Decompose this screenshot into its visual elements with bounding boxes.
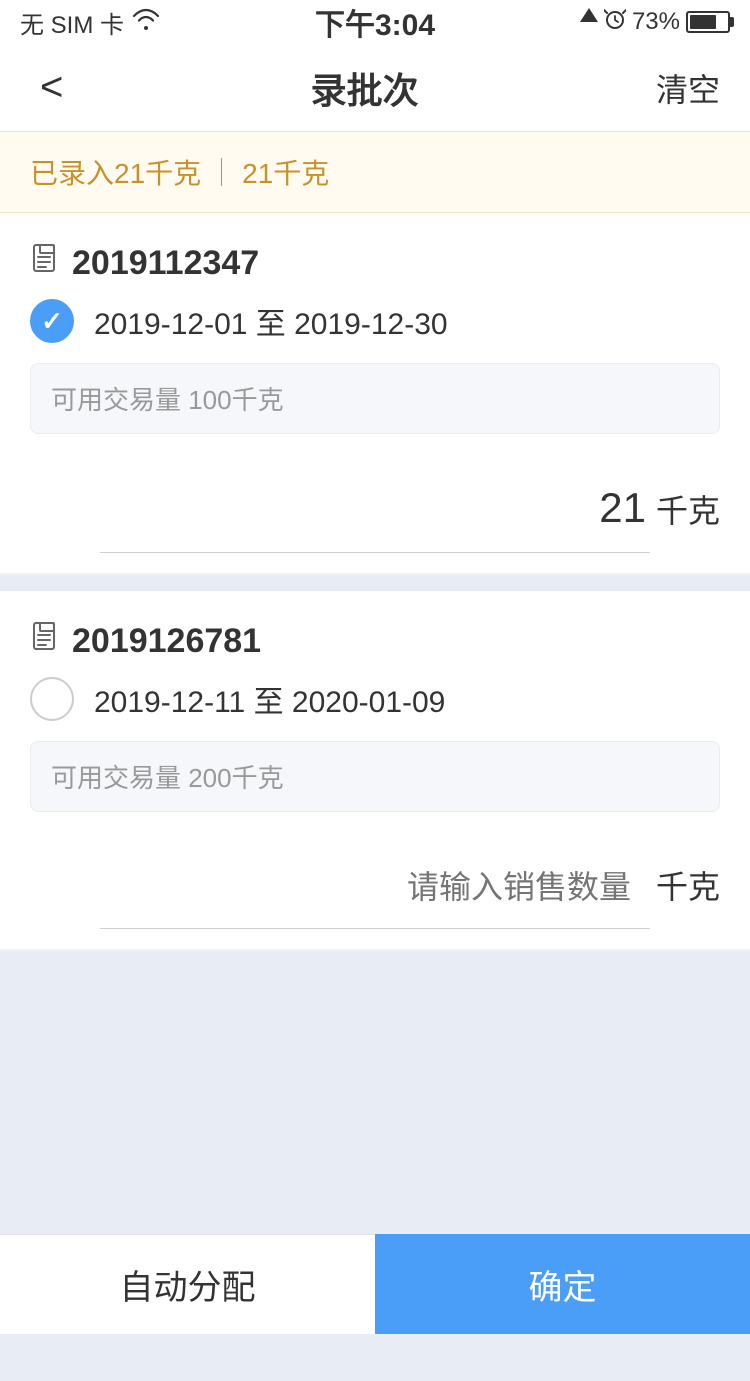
- batch1-id-row: 2019112347: [30, 243, 720, 283]
- recorded-amount-label: 已录入21千克: [30, 152, 201, 192]
- batch2-date-row[interactable]: 2019-12-11 至 2020-01-09: [30, 677, 720, 721]
- batch1-date-row[interactable]: 2019-12-01 至 2019-12-30: [30, 299, 720, 343]
- batch2-checkbox[interactable]: [30, 677, 74, 721]
- status-time: 下午3:04: [315, 0, 435, 44]
- status-right: 73%: [580, 8, 730, 37]
- alarm-icon: [604, 8, 626, 37]
- batch2-input-row[interactable]: 千克: [0, 852, 750, 928]
- recorded-amount-value: 21千克: [242, 152, 329, 192]
- batch2-content: 2019126781 2019-12-11 至 2020-01-09 可用交易量…: [0, 591, 750, 852]
- back-button[interactable]: <: [30, 55, 73, 120]
- confirm-button[interactable]: 确定: [375, 1234, 750, 1334]
- bottom-bar: 自动分配 确定: [0, 1234, 750, 1334]
- clear-button[interactable]: 清空: [656, 65, 720, 111]
- location-icon: [580, 8, 598, 37]
- page-title: 录批次: [311, 62, 419, 114]
- nav-bar: < 录批次 清空: [0, 44, 750, 132]
- batch1-document-icon: [30, 243, 62, 283]
- batch2-date-range: 2019-12-11 至 2020-01-09: [94, 677, 445, 721]
- batch2-qty-input[interactable]: [346, 869, 646, 906]
- status-left: 无 SIM 卡: [20, 5, 160, 40]
- info-divider: [221, 158, 222, 186]
- auto-distribute-button[interactable]: 自动分配: [0, 1234, 375, 1334]
- no-sim-text: 无 SIM 卡: [20, 5, 124, 40]
- section-separator: [0, 575, 750, 591]
- batch2-document-icon: [30, 621, 62, 661]
- info-bar: 已录入21千克 21千克: [0, 132, 750, 213]
- status-bar: 无 SIM 卡 下午3:04 73%: [0, 0, 750, 44]
- battery-icon: [686, 11, 730, 33]
- batch2-id-row: 2019126781: [30, 621, 720, 661]
- batch2-unit: 千克: [656, 862, 720, 908]
- batch1-amount-value: 21: [599, 484, 646, 532]
- batch1-card: 2019112347 2019-12-01 至 2019-12-30 可用交易量…: [0, 213, 750, 573]
- batch1-amount-row: 21 千克: [0, 474, 750, 552]
- batch2-available-qty: 可用交易量 200千克: [30, 741, 720, 812]
- batch1-date-range: 2019-12-01 至 2019-12-30: [94, 299, 448, 343]
- batch1-checkbox[interactable]: [30, 299, 74, 343]
- batch1-available-qty: 可用交易量 100千克: [30, 363, 720, 434]
- battery-text: 73%: [632, 8, 680, 36]
- batch2-card: 2019126781 2019-12-11 至 2020-01-09 可用交易量…: [0, 591, 750, 949]
- batch2-id: 2019126781: [72, 622, 261, 661]
- batch1-amount-unit: 千克: [656, 486, 720, 532]
- wifi-icon: [132, 8, 160, 37]
- batch1-content: 2019112347 2019-12-01 至 2019-12-30 可用交易量…: [0, 213, 750, 474]
- batch1-id: 2019112347: [72, 244, 259, 283]
